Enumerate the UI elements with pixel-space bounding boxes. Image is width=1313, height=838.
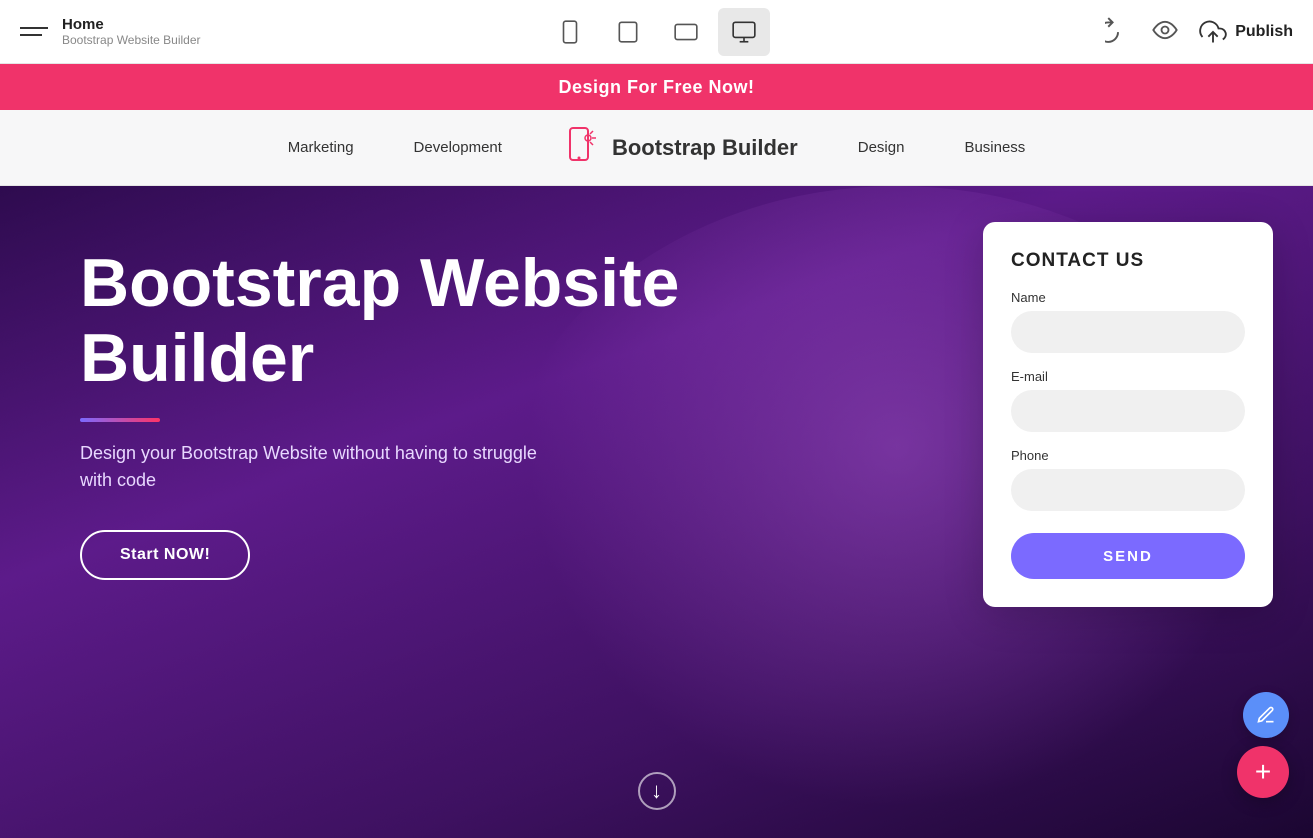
nav-item-business[interactable]: Business bbox=[964, 139, 1025, 156]
promo-bar[interactable]: Design For Free Now! bbox=[0, 64, 1313, 110]
tablet-landscape-view-button[interactable] bbox=[660, 8, 712, 56]
phone-field-group: Phone bbox=[1011, 448, 1245, 511]
email-input[interactable] bbox=[1011, 390, 1245, 432]
hero-content: Bootstrap Website Builder Design your Bo… bbox=[80, 246, 780, 580]
phone-label: Phone bbox=[1011, 448, 1245, 463]
top-bar: Home Bootstrap Website Builder bbox=[0, 0, 1313, 64]
undo-button[interactable] bbox=[1105, 17, 1131, 46]
nav-item-development[interactable]: Development bbox=[414, 139, 502, 156]
site-nav: Marketing Development Bootstrap Builder … bbox=[0, 110, 1313, 186]
add-fab-button[interactable]: + bbox=[1237, 746, 1289, 798]
contact-form-title: CONTACT US bbox=[1011, 250, 1245, 272]
scroll-down-button[interactable]: ↓ bbox=[638, 772, 676, 810]
hero-title: Bootstrap Website Builder bbox=[80, 246, 780, 396]
top-bar-title: Home Bootstrap Website Builder bbox=[62, 16, 201, 47]
name-field-group: Name bbox=[1011, 290, 1245, 353]
tablet-view-button[interactable] bbox=[602, 8, 654, 56]
hero-divider bbox=[80, 418, 160, 422]
name-label: Name bbox=[1011, 290, 1245, 305]
desktop-view-button[interactable] bbox=[718, 8, 770, 56]
mobile-view-button[interactable] bbox=[544, 8, 596, 56]
name-input[interactable] bbox=[1011, 311, 1245, 353]
send-button[interactable]: SEND bbox=[1011, 533, 1245, 579]
hero-cta-button[interactable]: Start NOW! bbox=[80, 530, 250, 580]
app-subtitle: Bootstrap Website Builder bbox=[62, 33, 201, 47]
publish-label: Publish bbox=[1235, 23, 1293, 41]
device-icons bbox=[544, 8, 770, 56]
top-bar-right: Publish bbox=[1105, 16, 1293, 47]
top-bar-left: Home Bootstrap Website Builder bbox=[20, 16, 201, 47]
hero-section: Bootstrap Website Builder Design your Bo… bbox=[0, 186, 1313, 838]
logo-text: Bootstrap Builder bbox=[612, 135, 798, 161]
nav-item-marketing[interactable]: Marketing bbox=[288, 139, 354, 156]
site-logo[interactable]: Bootstrap Builder bbox=[562, 124, 798, 172]
contact-form-card: CONTACT US Name E-mail Phone SEND bbox=[983, 222, 1273, 607]
logo-icon bbox=[562, 124, 602, 172]
hamburger-menu[interactable] bbox=[20, 27, 48, 36]
edit-fab-button[interactable] bbox=[1243, 692, 1289, 738]
email-field-group: E-mail bbox=[1011, 369, 1245, 432]
publish-button[interactable]: Publish bbox=[1199, 18, 1293, 46]
scroll-down-arrow: ↓ bbox=[651, 778, 662, 804]
promo-text: Design For Free Now! bbox=[558, 77, 754, 98]
preview-button[interactable] bbox=[1151, 16, 1179, 47]
phone-input[interactable] bbox=[1011, 469, 1245, 511]
hero-subtitle: Design your Bootstrap Website without ha… bbox=[80, 440, 560, 494]
home-label: Home bbox=[62, 16, 201, 33]
email-label: E-mail bbox=[1011, 369, 1245, 384]
nav-item-design[interactable]: Design bbox=[858, 139, 905, 156]
